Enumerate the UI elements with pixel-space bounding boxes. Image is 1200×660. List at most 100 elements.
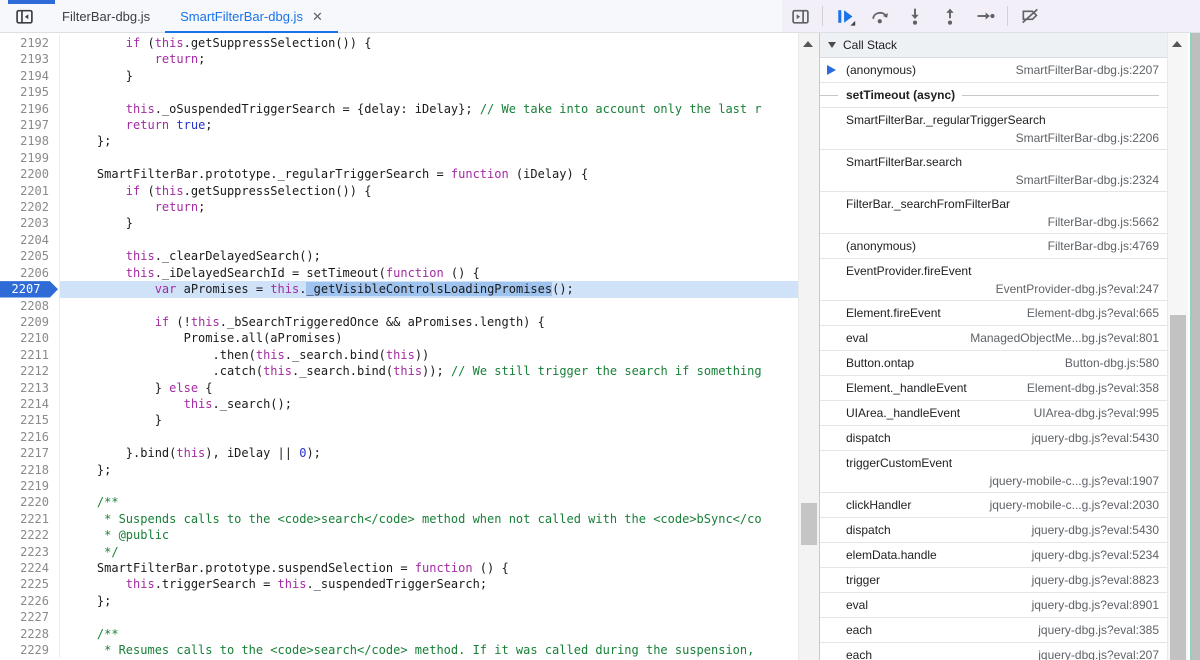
tab-smartfilterbar-dbg[interactable]: SmartFilterBar-dbg.js ✕: [165, 0, 338, 34]
line-number[interactable]: 2221: [0, 510, 60, 528]
call-stack-frame[interactable]: Button.ontap Button-dbg.js:580: [820, 351, 1167, 376]
line-number[interactable]: 2223: [0, 543, 60, 560]
deactivate-breakpoints-icon[interactable]: [1017, 4, 1043, 28]
line-number[interactable]: 2210: [0, 330, 60, 347]
code-text[interactable]: [60, 429, 819, 445]
scroll-up-arrow-icon[interactable]: [1172, 41, 1182, 47]
line-number[interactable]: 2206: [0, 264, 60, 282]
close-tab-icon[interactable]: ✕: [312, 10, 323, 23]
code-text[interactable]: if (this.getSuppressSelection()) {: [60, 183, 819, 199]
line-number[interactable]: 2198: [0, 133, 60, 150]
code-text[interactable]: } else {: [60, 380, 819, 396]
call-stack-frame[interactable]: EventProvider.fireEvent EventProvider-dbg…: [820, 259, 1167, 301]
call-stack-frame[interactable]: (anonymous) SmartFilterBar-dbg.js:2207: [820, 58, 1167, 83]
line-number[interactable]: 2217: [0, 445, 60, 462]
code-text[interactable]: /**: [60, 626, 819, 642]
call-stack-frame[interactable]: dispatch jquery-dbg.js?eval:5430: [820, 426, 1167, 451]
step-out-icon[interactable]: [937, 4, 963, 28]
code-text[interactable]: };: [60, 593, 819, 609]
code-text[interactable]: * Resumes calls to the <code>search</cod…: [60, 642, 819, 658]
line-number[interactable]: 2209: [0, 313, 60, 331]
code-text[interactable]: this._oSuspendedTriggerSearch = {delay: …: [60, 101, 819, 117]
line-number[interactable]: 2218: [0, 461, 60, 478]
call-stack-frame[interactable]: Element._handleEvent Element-dbg.js?eval:…: [820, 376, 1167, 401]
step-icon[interactable]: [972, 4, 998, 28]
line-number[interactable]: 2208: [0, 297, 60, 314]
toggle-debugger-sidebar-icon[interactable]: [787, 4, 813, 28]
code-text[interactable]: /**: [60, 494, 819, 510]
resume-script-execution-icon[interactable]: [832, 4, 858, 28]
line-number[interactable]: 2196: [0, 100, 60, 118]
line-number[interactable]: 2214: [0, 395, 60, 413]
code-text[interactable]: Promise.all(aPromises): [60, 330, 819, 346]
line-number[interactable]: 2197: [0, 117, 60, 134]
line-number[interactable]: 2213: [0, 379, 60, 396]
code-text[interactable]: }: [60, 412, 819, 428]
line-number[interactable]: 2216: [0, 428, 60, 446]
code-text[interactable]: */: [60, 544, 819, 560]
line-number[interactable]: 2215: [0, 412, 60, 429]
call-stack-frame[interactable]: trigger jquery-dbg.js?eval:8823: [820, 568, 1167, 593]
line-number[interactable]: 2203: [0, 215, 60, 232]
line-number[interactable]: 2194: [0, 67, 60, 85]
call-stack-scrollbar[interactable]: [1167, 33, 1188, 660]
scrollbar-thumb[interactable]: [1170, 315, 1186, 660]
line-number[interactable]: 2207: [0, 281, 60, 298]
call-stack-frame[interactable]: (anonymous) FilterBar-dbg.js:4769: [820, 234, 1167, 259]
line-number[interactable]: 2202: [0, 199, 60, 216]
line-number[interactable]: 2192: [0, 35, 60, 52]
scrollbar-thumb[interactable]: [801, 503, 817, 545]
code-text[interactable]: var aPromises = this._getVisibleControls…: [60, 281, 819, 298]
line-number[interactable]: 2195: [0, 84, 60, 101]
line-number[interactable]: 2220: [0, 494, 60, 511]
code-text[interactable]: this._clearDelayedSearch();: [60, 248, 819, 264]
line-number[interactable]: 2211: [0, 346, 60, 364]
code-text[interactable]: this._search();: [60, 396, 819, 412]
call-stack-frame[interactable]: dispatch jquery-dbg.js?eval:5430: [820, 518, 1167, 543]
line-number[interactable]: 2205: [0, 248, 60, 265]
code-text[interactable]: SmartFilterBar.prototype.suspendSelectio…: [60, 560, 819, 576]
code-text[interactable]: }: [60, 215, 819, 231]
call-stack-frame[interactable]: each jquery-dbg.js?eval:385: [820, 618, 1167, 643]
line-number[interactable]: 2229: [0, 642, 60, 659]
code-text[interactable]: * Suspends calls to the <code>search</co…: [60, 511, 819, 527]
line-number[interactable]: 2200: [0, 166, 60, 183]
code-text[interactable]: return;: [60, 51, 819, 67]
line-number[interactable]: 2212: [0, 363, 60, 380]
editor-scrollbar[interactable]: [798, 33, 819, 660]
call-stack-frame[interactable]: eval ManagedObjectMe...bg.js?eval:801: [820, 326, 1167, 351]
code-text[interactable]: [60, 298, 819, 314]
call-stack-frame[interactable]: SmartFilterBar.search SmartFilterBar-dbg.…: [820, 150, 1167, 192]
code-text[interactable]: [60, 478, 819, 494]
code-text[interactable]: [60, 150, 819, 166]
code-text[interactable]: return true;: [60, 117, 819, 133]
line-number[interactable]: 2204: [0, 231, 60, 249]
line-number[interactable]: 2225: [0, 576, 60, 593]
line-number[interactable]: 2228: [0, 625, 60, 643]
call-stack-frame[interactable]: each jquery-dbg.js?eval:207: [820, 643, 1167, 660]
code-text[interactable]: };: [60, 133, 819, 149]
line-number[interactable]: 2219: [0, 477, 60, 495]
code-text[interactable]: this._iDelayedSearchId = setTimeout(func…: [60, 265, 819, 281]
call-stack-frame[interactable]: SmartFilterBar._regularTriggerSearch Smar…: [820, 108, 1167, 150]
line-number[interactable]: 2199: [0, 149, 60, 167]
code-text[interactable]: [60, 609, 819, 625]
line-number[interactable]: 2193: [0, 51, 60, 68]
code-text[interactable]: };: [60, 462, 819, 478]
step-into-icon[interactable]: [902, 4, 928, 28]
call-stack-frame[interactable]: UIArea._handleEvent UIArea-dbg.js?eval:99…: [820, 401, 1167, 426]
call-stack-frame[interactable]: Element.fireEvent Element-dbg.js?eval:665: [820, 301, 1167, 326]
line-number[interactable]: 2224: [0, 560, 60, 577]
code-text[interactable]: [60, 84, 819, 100]
call-stack-frame[interactable]: eval jquery-dbg.js?eval:8901: [820, 593, 1167, 618]
code-text[interactable]: if (!this._bSearchTriggeredOnce && aProm…: [60, 314, 819, 330]
code-text[interactable]: .catch(this._search.bind(this)); // We s…: [60, 363, 819, 379]
code-text[interactable]: SmartFilterBar.prototype._regularTrigger…: [60, 166, 819, 182]
call-stack-frame[interactable]: triggerCustomEvent jquery-mobile-c...g.js…: [820, 451, 1167, 493]
step-over-icon[interactable]: [867, 4, 893, 28]
call-stack-frame[interactable]: clickHandler jquery-mobile-c...g.js?eval:…: [820, 493, 1167, 518]
code-text[interactable]: }.bind(this), iDelay || 0);: [60, 445, 819, 461]
line-number[interactable]: 2227: [0, 609, 60, 626]
collapse-caret-icon[interactable]: [828, 42, 836, 48]
code-text[interactable]: return;: [60, 199, 819, 215]
